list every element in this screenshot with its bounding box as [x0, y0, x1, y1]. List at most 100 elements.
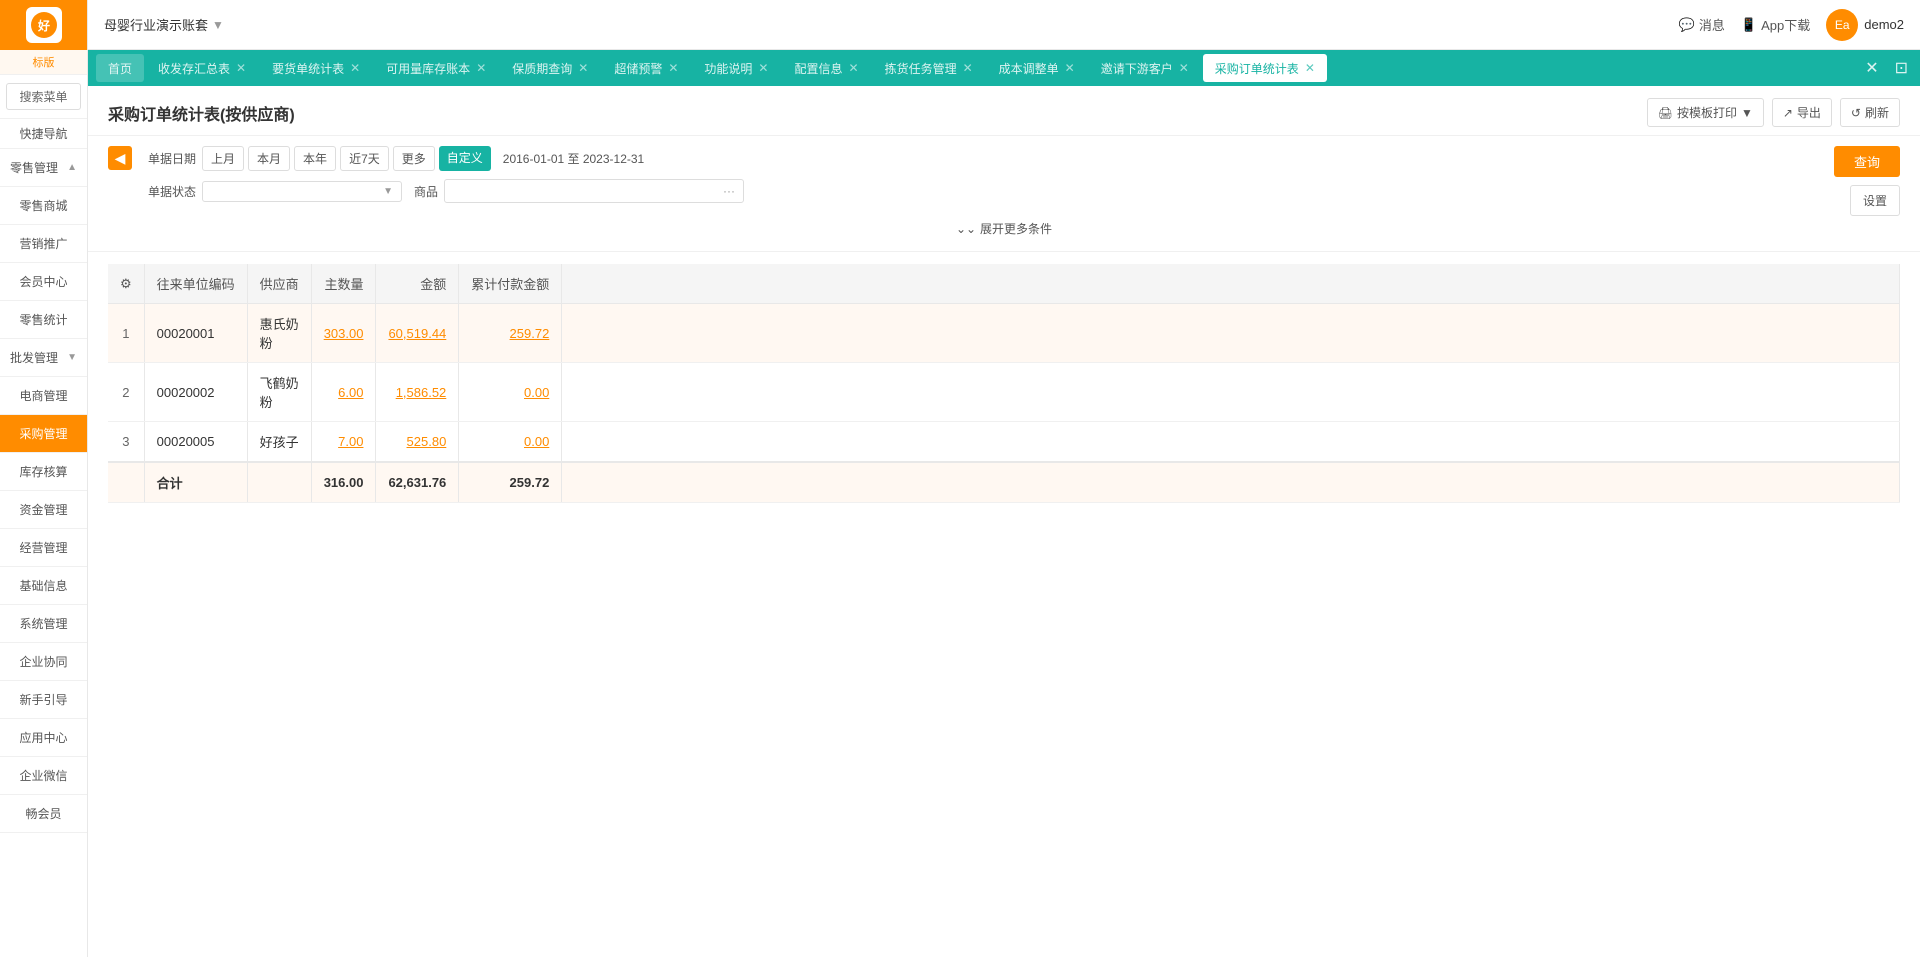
- close-icon[interactable]: ✕: [1065, 61, 1075, 75]
- expand-conditions-btn[interactable]: ⌄⌄ 展开更多条件: [956, 220, 1052, 237]
- td-paid: 0.00: [459, 363, 562, 422]
- ellipsis-icon: ···: [723, 184, 735, 198]
- paid-link[interactable]: 0.00: [524, 385, 549, 400]
- tab-cost-adjust[interactable]: 成本调整单 ✕: [987, 54, 1087, 82]
- paid-link[interactable]: 259.72: [510, 326, 550, 341]
- maximize-btn[interactable]: ⊡: [1891, 58, 1912, 78]
- amount-link[interactable]: 60,519.44: [388, 326, 446, 341]
- th-settings[interactable]: ⚙: [108, 264, 144, 304]
- close-icon[interactable]: ✕: [578, 61, 588, 75]
- sidebar-item-system[interactable]: 系统管理: [0, 605, 87, 643]
- sidebar-item-label: 企业协同: [19, 653, 67, 670]
- page-inner: 采购订单统计表(按供应商) 🖨 按模板打印 ▼ ↗ 导出 ↺: [88, 86, 1920, 957]
- quantity-link[interactable]: 303.00: [324, 326, 364, 341]
- amount-link[interactable]: 525.80: [407, 434, 447, 449]
- sidebar-item-retail[interactable]: 零售管理 ▲: [0, 149, 87, 187]
- filter-date-label: 单据日期: [148, 150, 196, 167]
- account-selector[interactable]: 母婴行业演示账套 ▼: [104, 15, 224, 34]
- tab-order-stats[interactable]: 要货单统计表 ✕: [260, 54, 372, 82]
- close-icon[interactable]: ✕: [963, 61, 973, 75]
- tab-shelf-life[interactable]: 保质期查询 ✕: [500, 54, 600, 82]
- sidebar-item-wholesale[interactable]: 批发管理 ▼: [0, 339, 87, 377]
- sidebar-item-member2[interactable]: 畅会员: [0, 795, 87, 833]
- th-paid: 累计付款金额: [459, 264, 562, 304]
- sidebar-item-app-center[interactable]: 应用中心: [0, 719, 87, 757]
- tabbar: 首页 收发存汇总表 ✕ 要货单统计表 ✕ 可用量库存账本 ✕ 保质期查询 ✕ 超…: [88, 50, 1920, 86]
- sidebar-item-purchase[interactable]: 采购管理: [0, 415, 87, 453]
- filter-status-select[interactable]: ▼: [202, 181, 402, 202]
- sidebar-item-retail-mall[interactable]: 零售商城: [0, 187, 87, 225]
- close-icon[interactable]: ✕: [849, 61, 859, 75]
- this-month-btn[interactable]: 本月: [248, 146, 290, 171]
- close-window-btn[interactable]: ✕: [1861, 58, 1882, 78]
- sidebar-item-finance[interactable]: 资金管理: [0, 491, 87, 529]
- quantity-link[interactable]: 6.00: [338, 385, 363, 400]
- settings-icon: ⚙: [120, 276, 132, 291]
- tab-function-desc[interactable]: 功能说明 ✕: [692, 54, 780, 82]
- sidebar-logo: 好: [0, 0, 87, 50]
- quantity-link[interactable]: 7.00: [338, 434, 363, 449]
- tab-overstock[interactable]: 超储预警 ✕: [602, 54, 690, 82]
- sidebar-item-collab[interactable]: 企业协同: [0, 643, 87, 681]
- filter-status-label: 单据状态: [148, 183, 196, 200]
- sidebar-item-label: 基础信息: [19, 577, 67, 594]
- tab-pick-task[interactable]: 拣货任务管理 ✕: [873, 54, 985, 82]
- tab-available-stock[interactable]: 可用量库存账本 ✕: [374, 54, 498, 82]
- close-icon[interactable]: ✕: [1179, 61, 1189, 75]
- sidebar-item-operation[interactable]: 经营管理: [0, 529, 87, 567]
- app-download-btn[interactable]: 📱 App下载: [1741, 15, 1810, 34]
- quick-nav-btn[interactable]: 快捷导航: [0, 119, 87, 149]
- sidebar-item-inventory[interactable]: 库存核算: [0, 453, 87, 491]
- close-icon[interactable]: ✕: [476, 61, 486, 75]
- page-title: 采购订单统计表(按供应商): [108, 101, 295, 125]
- close-icon[interactable]: ✕: [668, 61, 678, 75]
- td-footer-quantity: 316.00: [311, 462, 376, 503]
- filter-area: ◀ 单据日期 上月 本月 本年 近7天: [88, 136, 1920, 252]
- tab-config-info[interactable]: 配置信息 ✕: [782, 54, 870, 82]
- search-menu-btn[interactable]: 搜索菜单: [6, 83, 81, 110]
- account-name: 母婴行业演示账套: [104, 15, 208, 34]
- tab-purchase-stats[interactable]: 采购订单统计表 ✕: [1203, 54, 1327, 82]
- user-area[interactable]: Ea demo2: [1826, 9, 1904, 41]
- export-btn[interactable]: ↗ 导出: [1772, 98, 1832, 127]
- td-footer-no: [108, 462, 144, 503]
- template-print-btn[interactable]: 🖨 按模板打印 ▼: [1647, 98, 1764, 127]
- td-no: 2: [108, 363, 144, 422]
- td-footer-spacer: [562, 462, 1900, 503]
- filter-goods-input[interactable]: ···: [444, 179, 744, 203]
- table-row: 1 00020001 惠氏奶粉 303.00 60,519.44 259.72: [108, 304, 1900, 363]
- close-icon[interactable]: ✕: [758, 61, 768, 75]
- more-date-btn[interactable]: 更多: [393, 146, 435, 171]
- close-icon[interactable]: ✕: [1305, 61, 1315, 75]
- sidebar-item-member[interactable]: 会员中心: [0, 263, 87, 301]
- sidebar-item-ecommerce[interactable]: 电商管理: [0, 377, 87, 415]
- refresh-btn[interactable]: ↺ 刷新: [1840, 98, 1900, 127]
- last-month-btn[interactable]: 上月: [202, 146, 244, 171]
- setting-btn[interactable]: 设置: [1850, 185, 1900, 216]
- td-supplier: 惠氏奶粉: [247, 304, 311, 363]
- paid-link[interactable]: 0.00: [524, 434, 549, 449]
- topbar-left: 母婴行业演示账套 ▼: [104, 15, 224, 34]
- tab-invite[interactable]: 邀请下游客户 ✕: [1089, 54, 1201, 82]
- amount-link[interactable]: 1,586.52: [396, 385, 447, 400]
- sidebar-item-basic-info[interactable]: 基础信息: [0, 567, 87, 605]
- sidebar-item-enterprise-wechat[interactable]: 企业微信: [0, 757, 87, 795]
- this-year-btn[interactable]: 本年: [294, 146, 336, 171]
- tab-home[interactable]: 首页: [96, 54, 144, 82]
- sidebar-item-marketing[interactable]: 营销推广: [0, 225, 87, 263]
- close-icon[interactable]: ✕: [350, 61, 360, 75]
- svg-text:好: 好: [36, 18, 49, 33]
- filter-collapse-btn[interactable]: ◀: [108, 146, 132, 170]
- sidebar-item-new-guide[interactable]: 新手引导: [0, 681, 87, 719]
- filter-goods-label: 商品: [414, 183, 438, 200]
- tab-receive-send[interactable]: 收发存汇总表 ✕: [146, 54, 258, 82]
- last-7days-btn[interactable]: 近7天: [340, 146, 389, 171]
- message-btn[interactable]: 💬 消息: [1679, 15, 1725, 34]
- filter-date-btns: 上月 本月 本年 近7天 更多 自定义: [202, 146, 491, 171]
- sidebar-item-retail-stats[interactable]: 零售统计: [0, 301, 87, 339]
- filter-right: 查询 设置: [1834, 146, 1900, 216]
- sidebar-item-label: 新手引导: [19, 691, 67, 708]
- query-btn[interactable]: 查询: [1834, 146, 1900, 177]
- close-icon[interactable]: ✕: [236, 61, 246, 75]
- td-supplier: 飞鹤奶粉: [247, 363, 311, 422]
